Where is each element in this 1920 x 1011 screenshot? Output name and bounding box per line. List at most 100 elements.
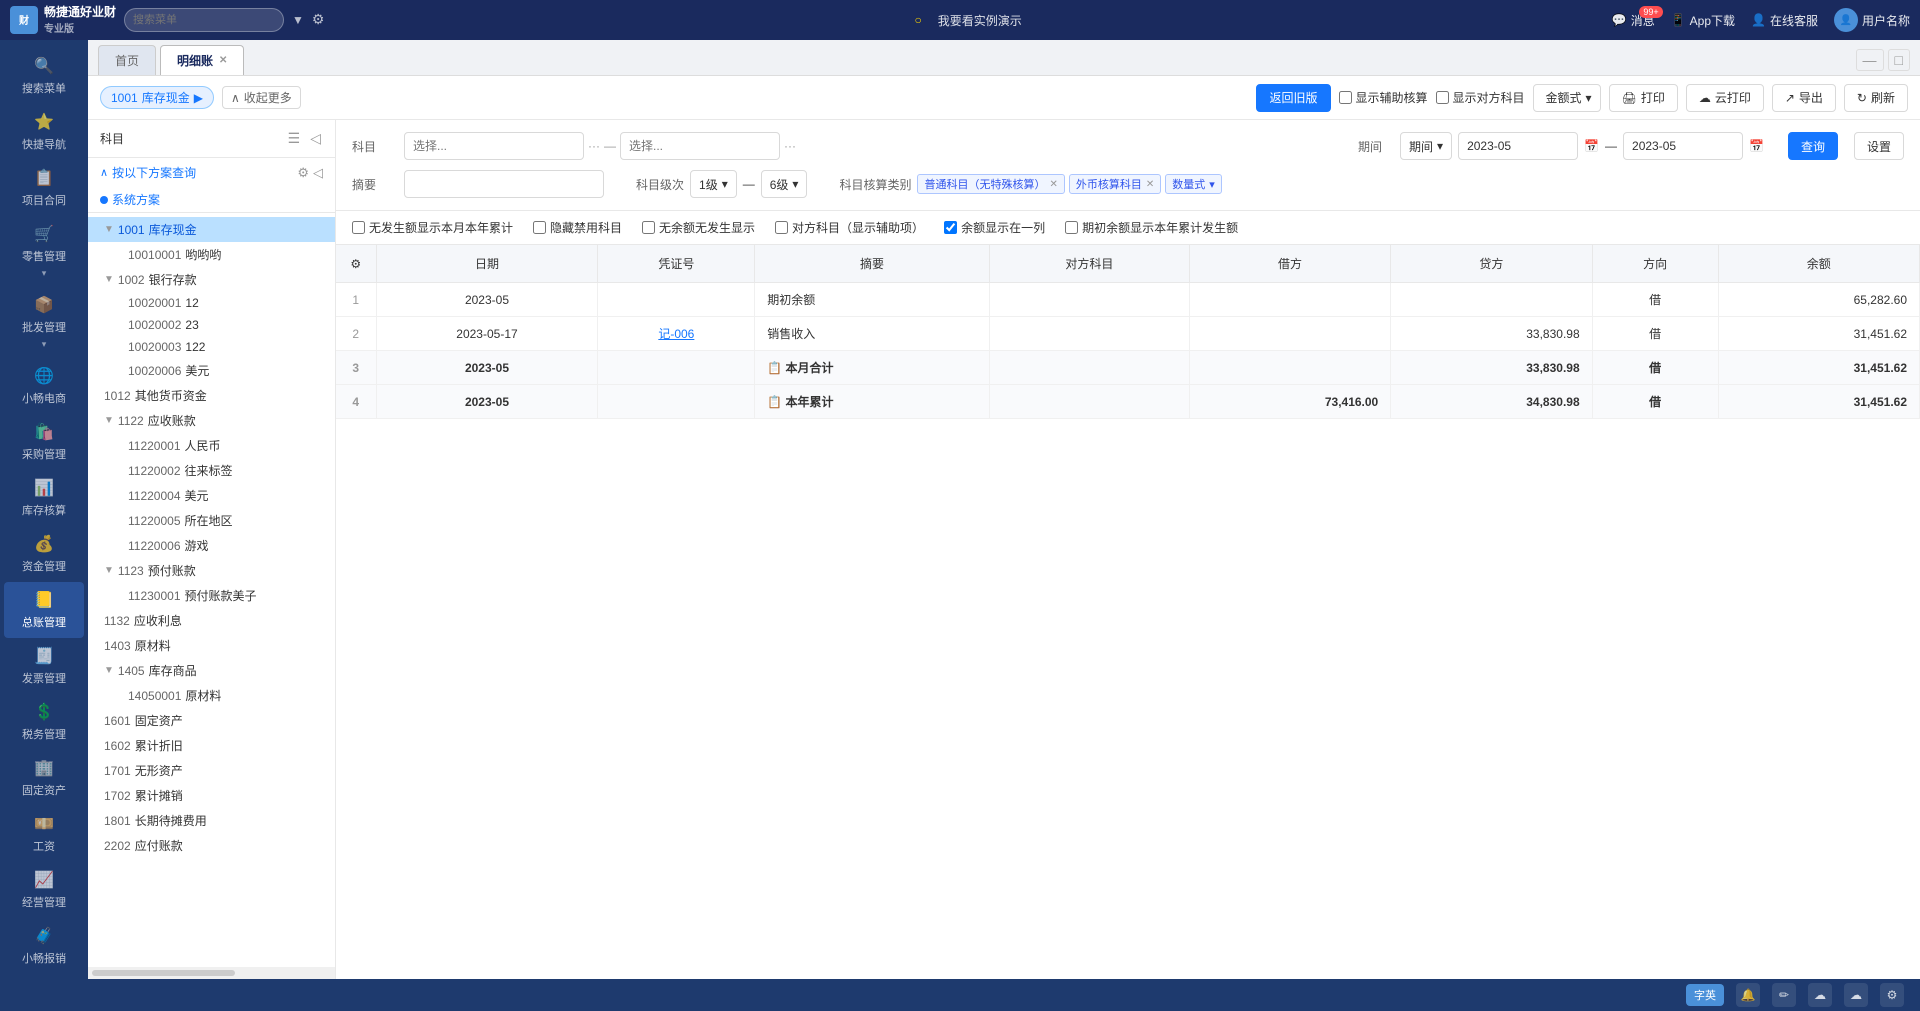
settings-icon-btn[interactable]: ⚙ [1880, 983, 1904, 1007]
level-to-select[interactable]: 6级 ▾ [761, 170, 808, 198]
sidebar-item-tax[interactable]: 💲 税务管理 [4, 694, 84, 750]
tree-item-11220004[interactable]: 11220004 美元 [112, 483, 335, 508]
filter-tag-0-remove[interactable]: ✕ [1049, 179, 1057, 190]
message-btn[interactable]: 💬 消息 99+ [1612, 12, 1655, 29]
dropdown-icon[interactable]: ▼ [292, 13, 304, 27]
sidebar-item-purchase[interactable]: 🛍️ 采购管理 [4, 414, 84, 470]
tree-item-14050001[interactable]: 14050001 原材料 [112, 683, 335, 708]
sidebar-item-basic-info[interactable]: ℹ️ 基础信息 [4, 974, 84, 979]
tree-item-1403[interactable]: 1403 原材料 [88, 633, 335, 658]
lang-switch-btn[interactable]: 字 英 [1686, 984, 1724, 1006]
edit-icon-btn[interactable]: ✏ [1772, 983, 1796, 1007]
back-old-btn[interactable]: 返回旧版 [1256, 84, 1330, 112]
sidebar-item-project[interactable]: 📋 项目合同 [4, 160, 84, 216]
window-minimize-btn[interactable]: — [1856, 49, 1884, 71]
query-collapse-icon[interactable]: ∧ [100, 166, 108, 179]
tree-item-11220001[interactable]: 11220001 人民币 [112, 433, 335, 458]
user-avatar[interactable]: 👤 用户名称 [1834, 8, 1910, 32]
period-type-select[interactable]: 期间 ▾ [1400, 132, 1452, 160]
refresh-btn[interactable]: ↻ 刷新 [1844, 84, 1908, 112]
query-button[interactable]: 查询 [1788, 132, 1838, 160]
period-from-input[interactable] [1458, 132, 1578, 160]
tree-item-11230001[interactable]: 11230001 预付账款美子 [112, 583, 335, 608]
tree-item-10020001[interactable]: 10020001 12 [112, 292, 335, 314]
tree-item-10020003[interactable]: 10020003 122 [112, 336, 335, 358]
tree-item-1801[interactable]: 1801 长期待摊费用 [88, 808, 335, 833]
system-scheme-item[interactable]: 系统方案 [88, 187, 335, 212]
subject-selector-tag[interactable]: 1001 库存现金 ▶ [100, 86, 214, 109]
tree-item-1601[interactable]: 1601 固定资产 [88, 708, 335, 733]
sidebar-item-inventory[interactable]: 📊 库存核算 [4, 470, 84, 526]
amount-format-btn[interactable]: 金额式 ▾ [1533, 84, 1601, 112]
sidebar-item-management[interactable]: 📈 经营管理 [4, 862, 84, 918]
print-btn[interactable]: 🖨 打印 [1609, 84, 1678, 112]
sidebar-item-search[interactable]: 🔍 搜索菜单 [4, 48, 84, 104]
filter-tag-1-remove[interactable]: ✕ [1146, 179, 1154, 190]
list-view-icon[interactable]: ☰ [286, 128, 303, 149]
tree-item-10010001[interactable]: 10010001 哟哟哟 [112, 242, 335, 267]
query-close-icon[interactable]: ◁ [313, 165, 323, 181]
query-settings-icon[interactable]: ⚙ [297, 165, 309, 181]
filter-tag-1[interactable]: 外币核算科目 ✕ [1069, 174, 1161, 194]
checkbox-4-input[interactable] [944, 221, 957, 234]
online-service-btn[interactable]: 👤 在线客服 [1751, 12, 1818, 29]
checkbox-1[interactable]: 隐藏禁用科目 [533, 219, 622, 236]
sidebar-item-expense[interactable]: 🧳 小畅报销 [4, 918, 84, 974]
collapse-panel-icon[interactable]: ◁ [308, 128, 323, 149]
checkbox-5[interactable]: 期初余额显示本年累计发生额 [1065, 219, 1238, 236]
tree-item-10020002[interactable]: 10020002 23 [112, 314, 335, 336]
tree-item-1012[interactable]: 1012 其他货币资金 [88, 383, 335, 408]
sidebar-item-ledger[interactable]: 📒 总账管理 [4, 582, 84, 638]
show-aux-checkbox[interactable]: 显示辅助核算 [1339, 89, 1428, 106]
checkbox-3[interactable]: 对方科目（显示辅助项） [775, 219, 924, 236]
tree-item-10020006[interactable]: 10020006 美元 [112, 358, 335, 383]
sidebar-item-ecommerce[interactable]: 🌐 小畅电商 [4, 358, 84, 414]
sidebar-item-invoice[interactable]: 🧾 发票管理 [4, 638, 84, 694]
tree-item-11220005[interactable]: 11220005 所在地区 [112, 508, 335, 533]
sidebar-item-retail[interactable]: 🛒 零售管理 ▾ [4, 216, 84, 287]
filter-subject-end-input[interactable] [620, 132, 780, 160]
tree-item-1122[interactable]: ▼ 1122 应收账款 [88, 408, 335, 433]
filter-tag-2[interactable]: 数量式 ▾ [1165, 174, 1222, 194]
tree-scrollbar[interactable] [88, 967, 335, 979]
tab-close-icon[interactable]: ✕ [219, 55, 227, 66]
calendar-from-icon[interactable]: 📅 [1584, 139, 1599, 153]
settings-button[interactable]: 设置 [1854, 132, 1904, 160]
demo-link[interactable]: 我要看实例演示 [938, 12, 1022, 29]
export-btn[interactable]: ↗ 导出 [1772, 84, 1836, 112]
tree-item-1602[interactable]: 1602 累计折旧 [88, 733, 335, 758]
window-maximize-btn[interactable]: □ [1888, 49, 1910, 71]
tree-item-11220006[interactable]: 11220006 游戏 [112, 533, 335, 558]
settings-icon[interactable]: ⚙ [312, 11, 325, 28]
checkbox-2-input[interactable] [642, 221, 655, 234]
notification-icon-btn[interactable]: 🔔 [1736, 983, 1760, 1007]
checkbox-0-input[interactable] [352, 221, 365, 234]
top-search-input[interactable] [124, 8, 284, 32]
tree-item-1001[interactable]: ▼ 1001 库存现金 [88, 217, 335, 242]
tree-item-2202[interactable]: 2202 应付账款 [88, 833, 335, 858]
tree-item-1132[interactable]: 1132 应收利息 [88, 608, 335, 633]
level-from-select[interactable]: 1级 ▾ [690, 170, 737, 198]
cloud-backup-icon-btn[interactable]: ☁ [1844, 983, 1868, 1007]
checkbox-1-input[interactable] [533, 221, 546, 234]
sidebar-item-wholesale[interactable]: 📦 批发管理 ▾ [4, 287, 84, 358]
tree-item-11220002[interactable]: 11220002 往来标签 [112, 458, 335, 483]
calendar-to-icon[interactable]: 📅 [1749, 139, 1764, 153]
sidebar-item-funds[interactable]: 💰 资金管理 [4, 526, 84, 582]
tree-item-1123[interactable]: ▼ 1123 预付账款 [88, 558, 335, 583]
show-contra-checkbox[interactable]: 显示对方科目 [1436, 89, 1525, 106]
filter-summary-input[interactable] [404, 170, 604, 198]
sidebar-item-quick-nav[interactable]: ⭐ 快捷导航 [4, 104, 84, 160]
checkbox-3-input[interactable] [775, 221, 788, 234]
show-contra-input[interactable] [1436, 91, 1449, 104]
period-to-input[interactable] [1623, 132, 1743, 160]
sidebar-item-payroll[interactable]: 💴 工资 [4, 806, 84, 862]
tree-item-1702[interactable]: 1702 累计摊销 [88, 783, 335, 808]
expand-more-btn[interactable]: ∧ 收起更多 [222, 86, 301, 109]
checkbox-0[interactable]: 无发生额显示本月本年累计 [352, 219, 513, 236]
cloud-print-btn[interactable]: ☁ 云打印 [1686, 84, 1764, 112]
checkbox-5-input[interactable] [1065, 221, 1078, 234]
tree-item-1405[interactable]: ▼ 1405 库存商品 [88, 658, 335, 683]
gear-settings-icon[interactable]: ⚙ [350, 257, 361, 271]
cloud-sync-icon-btn[interactable]: ☁ [1808, 983, 1832, 1007]
